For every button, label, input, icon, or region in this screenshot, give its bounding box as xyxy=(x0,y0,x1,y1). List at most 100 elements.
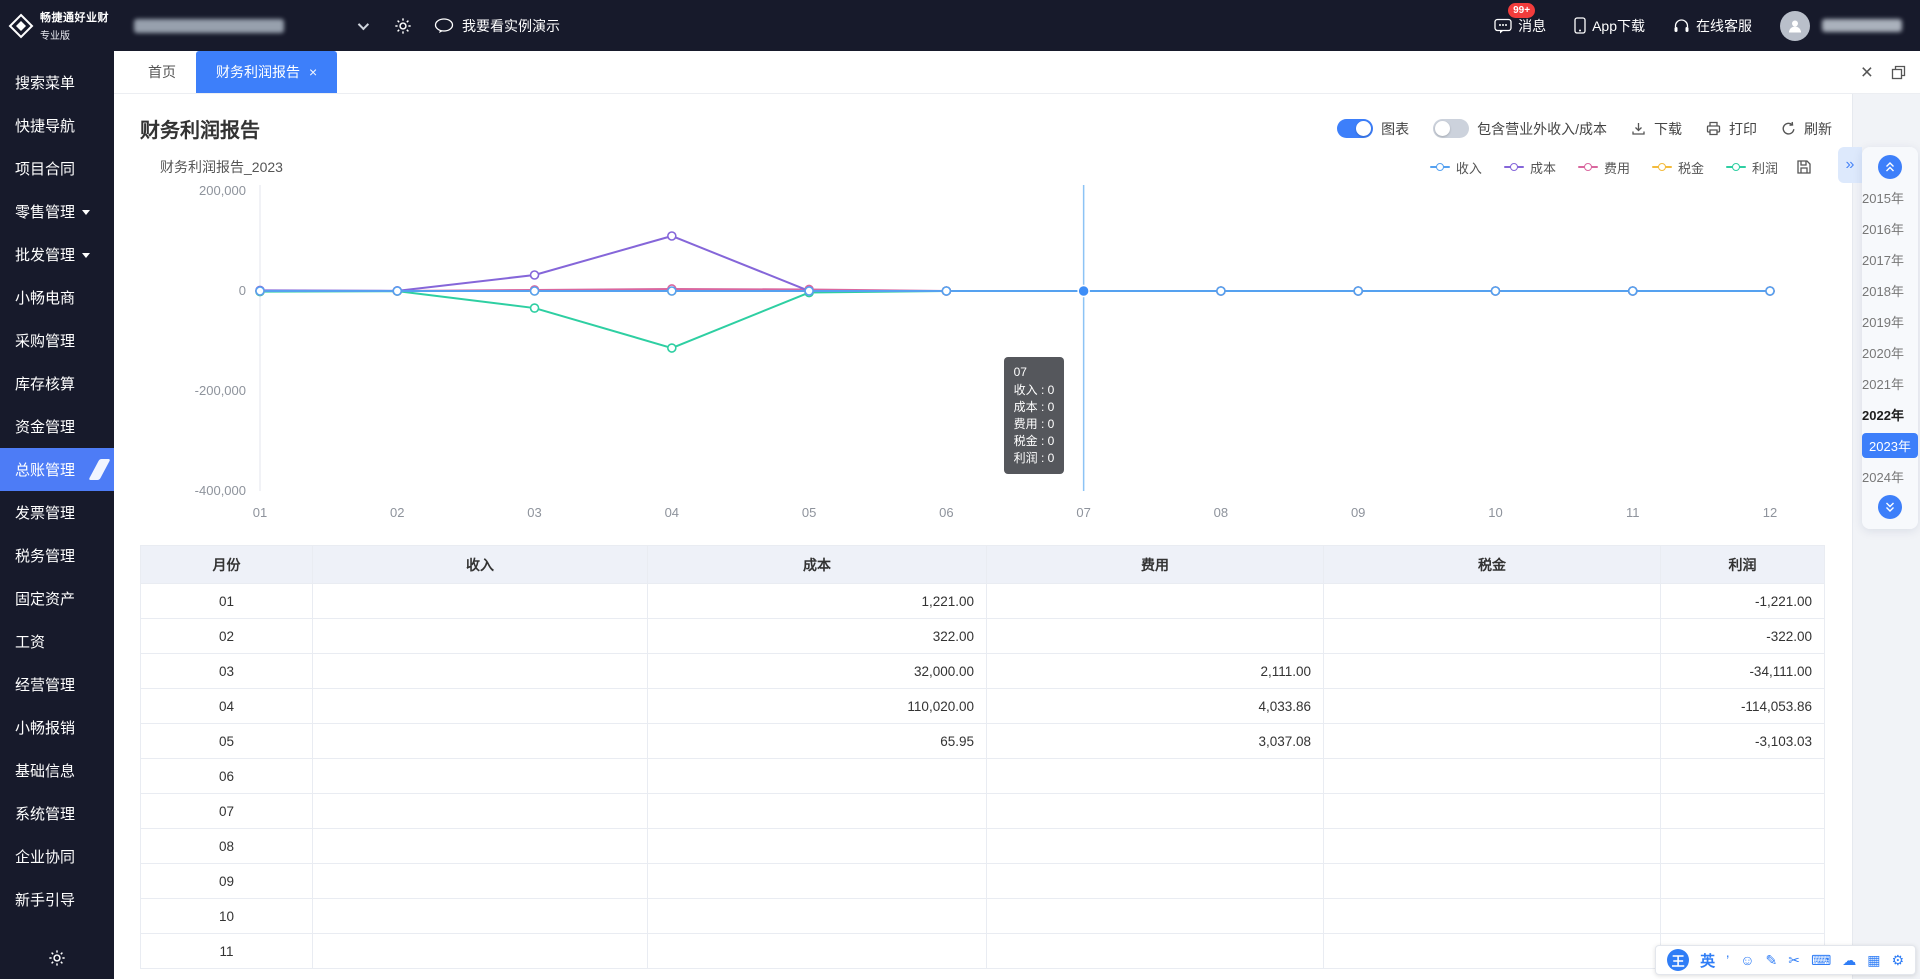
sidebar-item-10[interactable]: 发票管理 xyxy=(0,491,114,534)
tab-home[interactable]: 首页 xyxy=(128,51,196,93)
table-header-cell: 利润 xyxy=(1660,545,1825,584)
print-button[interactable]: 打印 xyxy=(1706,119,1757,139)
sidebar-item-16[interactable]: 基础信息 xyxy=(0,749,114,792)
sidebar-item-2[interactable]: 项目合同 xyxy=(0,147,114,190)
sidebar-item-15[interactable]: 小畅报销 xyxy=(0,706,114,749)
sidebar-settings-gear-icon[interactable] xyxy=(48,949,66,967)
app-download-label: App下载 xyxy=(1592,17,1645,34)
legend-wrap: 收入 成本 费用 税金 利润 xyxy=(1429,158,1812,177)
year-item-2015[interactable]: 2015年 xyxy=(1862,182,1918,213)
ime-keyboard-icon[interactable]: ⌨ xyxy=(1811,953,1831,967)
sidebar-item-12[interactable]: 固定资产 xyxy=(0,577,114,620)
sidebar-item-9[interactable]: 总账管理 xyxy=(0,448,114,491)
legend-item-1[interactable]: 成本 xyxy=(1503,158,1556,177)
table-row: 04 110,020.00 4,033.86 -114,053.86 xyxy=(140,688,1825,724)
double-chevron-up-icon xyxy=(1886,162,1894,172)
legend-item-0[interactable]: 收入 xyxy=(1429,158,1482,177)
sidebar-item-label: 发票管理 xyxy=(15,505,76,522)
toggle-on-icon[interactable] xyxy=(1337,119,1374,138)
ime-cloud-icon[interactable]: ☁ xyxy=(1842,953,1856,967)
table-cell xyxy=(986,793,1324,829)
sidebar-item-label: 零售管理 xyxy=(15,204,76,221)
topbar-right: 99+ 消息 App下载 在线客服 xyxy=(1494,2,1920,41)
sidebar-item-label: 批发管理 xyxy=(15,247,76,264)
sidebar-item-19[interactable]: 新手引导 xyxy=(0,878,114,921)
org-selector[interactable] xyxy=(128,18,378,33)
ime-settings-icon[interactable]: ⚙ xyxy=(1891,953,1904,967)
profit-chart-svg[interactable]: 200,000 0 -200,000 -400,000 01 02 03 04 05 06 07 08… xyxy=(140,177,1830,521)
refresh-button[interactable]: 刷新 xyxy=(1781,119,1832,139)
sidebar-item-6[interactable]: 采购管理 xyxy=(0,319,114,362)
table-cell: 09 xyxy=(140,863,313,899)
sidebar-item-18[interactable]: 企业协同 xyxy=(0,835,114,878)
toggle-off-icon[interactable] xyxy=(1433,119,1470,138)
sidebar-item-7[interactable]: 库存核算 xyxy=(0,362,114,405)
legend-label: 利润 xyxy=(1751,160,1778,176)
year-panel-collapse-handle[interactable]: » xyxy=(1838,147,1862,183)
sidebar-item-4[interactable]: 批发管理 xyxy=(0,233,114,276)
app-logo[interactable]: 畅捷通好业财 专业版 xyxy=(0,9,114,42)
year-item-2024[interactable]: 2024年 xyxy=(1862,461,1918,492)
app-download-button[interactable]: App下载 xyxy=(1574,16,1645,36)
year-scroll-down-button[interactable] xyxy=(1878,495,1902,519)
avatar[interactable] xyxy=(1780,10,1810,41)
year-item-2019[interactable]: 2019年 xyxy=(1862,306,1918,337)
download-button[interactable]: 下载 xyxy=(1631,119,1682,139)
ime-toolbar[interactable]: 王英 ’ ☺ ✎ ✂ ⌨ ☁ ▦ ⚙ xyxy=(1655,945,1916,975)
ime-logo[interactable]: 王 xyxy=(1667,949,1690,971)
year-panel: 2015年 2016年 2017年 2018年 2019年 2020年 2021年 2022年… xyxy=(1862,147,1918,529)
legend-item-3[interactable]: 税金 xyxy=(1651,158,1704,177)
sidebar-item-11[interactable]: 税务管理 xyxy=(0,534,114,577)
table-cell: -3,103.03 xyxy=(1660,723,1825,759)
tab-close-icon[interactable]: × xyxy=(309,64,317,80)
app-body: 搜索菜单 快捷导航 项目合同零售管理批发管理小畅电商 采购管理 库存核算 资金管理总账管理… xyxy=(0,51,1920,979)
year-item-2020[interactable]: 2020年 xyxy=(1862,337,1918,368)
sidebar-item-label: 总账管理 xyxy=(15,462,76,479)
year-scroll-up-button[interactable] xyxy=(1878,155,1902,179)
fullscreen-icon[interactable] xyxy=(1891,65,1906,80)
ime-emoji-icon[interactable]: ☺ xyxy=(1740,953,1754,967)
legend-item-4[interactable]: 利润 xyxy=(1725,158,1778,177)
year-item-2022[interactable]: 2022年 xyxy=(1862,399,1918,430)
sidebar-item-0[interactable]: 搜索菜单 xyxy=(0,61,114,104)
sidebar-item-1[interactable]: 快捷导航 xyxy=(0,104,114,147)
sidebar-item-17[interactable]: 系统管理 xyxy=(0,792,114,835)
chart-toggle-label: 图表 xyxy=(1381,120,1410,137)
table-cell: 2,111.00 xyxy=(986,653,1324,689)
sidebar-item-8[interactable]: 资金管理 xyxy=(0,405,114,448)
close-all-tabs-icon[interactable]: × xyxy=(1861,62,1873,83)
topbar-settings-gear-icon[interactable] xyxy=(394,17,412,35)
year-item-2017[interactable]: 2017年 xyxy=(1862,244,1918,275)
sidebar-item-5[interactable]: 小畅电商 xyxy=(0,276,114,319)
table-header-cell: 成本 xyxy=(647,545,987,584)
year-item-2023[interactable]: 2023年 xyxy=(1862,433,1918,458)
table-cell: 11 xyxy=(140,933,313,969)
demo-button[interactable]: 我要看实例演示 xyxy=(434,16,560,36)
online-support-button[interactable]: 在线客服 xyxy=(1673,16,1752,36)
svg-text:04: 04 xyxy=(665,505,679,520)
save-chart-icon[interactable] xyxy=(1796,159,1812,175)
year-item-2021[interactable]: 2021年 xyxy=(1862,368,1918,399)
printer-icon xyxy=(1706,121,1721,136)
sidebar-item-3[interactable]: 零售管理 xyxy=(0,190,114,233)
legend-item-2[interactable]: 费用 xyxy=(1577,158,1630,177)
chart-toggle[interactable]: 图表 xyxy=(1337,119,1409,139)
year-item-2016[interactable]: 2016年 xyxy=(1862,213,1918,244)
table-body: 01 1,221.00 -1,221.00 02 322.00 -322.00 03 32,0… xyxy=(140,583,1825,969)
sidebar-item-13[interactable]: 工资 xyxy=(0,620,114,663)
svg-text:03: 03 xyxy=(527,505,541,520)
ime-language-toggle[interactable]: 英 xyxy=(1700,950,1715,971)
tab-label: 首页 xyxy=(148,64,176,80)
table-cell xyxy=(986,828,1324,864)
table-cell: -1,221.00 xyxy=(1660,583,1825,619)
sidebar-item-14[interactable]: 经营管理 xyxy=(0,663,114,706)
ime-punctuation-icon[interactable]: ’ xyxy=(1726,953,1729,967)
year-item-2018[interactable]: 2018年 xyxy=(1862,275,1918,306)
table-cell: 1,221.00 xyxy=(647,583,987,619)
ime-grid-icon[interactable]: ▦ xyxy=(1867,953,1880,967)
include-nonoperating-toggle[interactable]: 包含营业外收入/成本 xyxy=(1433,119,1607,139)
tab-profit-report[interactable]: 财务利润报告 × xyxy=(196,51,338,93)
ime-scissors-icon[interactable]: ✂ xyxy=(1788,953,1800,967)
messages-button[interactable]: 99+ 消息 xyxy=(1494,2,1546,36)
ime-pen-icon[interactable]: ✎ xyxy=(1766,953,1778,967)
